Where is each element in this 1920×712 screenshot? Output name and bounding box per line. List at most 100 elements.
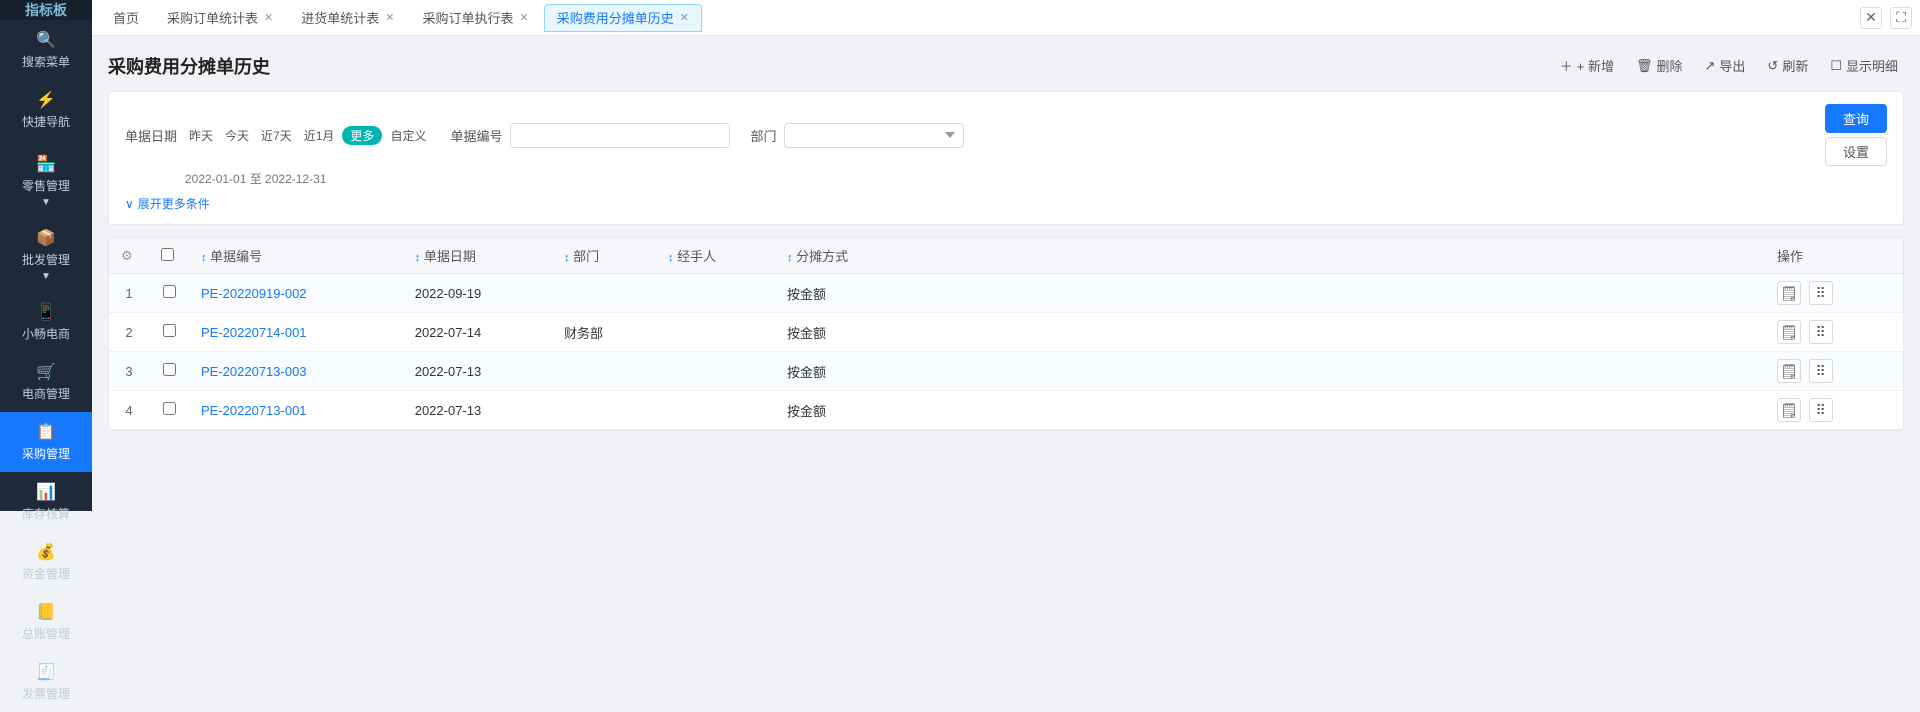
row-checkbox[interactable]	[163, 324, 176, 337]
operation-cell: 🗒 ⠿	[1765, 313, 1903, 352]
tab-close-icon[interactable]: ✕	[520, 11, 529, 24]
doc-no-link[interactable]: PE-20220919-002	[201, 286, 307, 301]
custom-shortcut[interactable]: 自定义	[386, 125, 430, 146]
more-button[interactable]: ⠿	[1809, 281, 1833, 305]
th-split-method[interactable]: ↕ 分摊方式	[775, 238, 1765, 274]
sort-icon: ↕	[415, 252, 421, 264]
expand-conditions-button[interactable]: ∨ 展开更多条件	[125, 195, 1887, 212]
sidebar-item-search[interactable]: 🔍 搜索菜单	[0, 20, 92, 80]
sidebar-item-retail[interactable]: 🏪 零售管理 ▼	[0, 144, 92, 218]
show-detail-label: 显示明细	[1846, 56, 1898, 75]
select-all-checkbox[interactable]	[161, 248, 174, 261]
th-doc-no[interactable]: ↕ 单据编号	[189, 238, 403, 274]
view-button[interactable]: 🗒	[1777, 320, 1801, 344]
add-button[interactable]: ＋ + 新增	[1554, 52, 1620, 79]
row-checkbox[interactable]	[163, 402, 176, 415]
view-button[interactable]: 🗒	[1777, 398, 1801, 422]
sidebar-item-mini[interactable]: 📱 小畅电商	[0, 292, 92, 352]
sidebar-item-inventory[interactable]: 📊 库存核算	[0, 472, 92, 532]
doc-no-cell: PE-20220713-003	[189, 352, 403, 391]
th-doc-date[interactable]: ↕ 单据日期	[403, 238, 552, 274]
dept-cell	[552, 274, 656, 313]
sidebar-item-ecommerce[interactable]: 🛒 电商管理	[0, 352, 92, 412]
tab-close-icon[interactable]: ✕	[264, 11, 273, 24]
more-shortcut[interactable]: 更多	[342, 126, 382, 145]
view-button[interactable]: 🗒	[1777, 359, 1801, 383]
sidebar-item-quicknav[interactable]: ⚡ 快捷导航	[0, 80, 92, 140]
expand-tab-button[interactable]: ⛶	[1890, 7, 1912, 29]
tab-purchase-goods-stats[interactable]: 进货单统计表 ✕	[288, 4, 407, 32]
quicknav-icon: ⚡	[36, 90, 56, 110]
th-label: 部门	[573, 249, 599, 264]
sort-icon: ↕	[787, 252, 793, 264]
row-checkbox[interactable]	[163, 285, 176, 298]
sidebar-logo: 指标板	[0, 0, 92, 20]
row-checkbox[interactable]	[163, 363, 176, 376]
handler-cell	[656, 391, 775, 430]
sidebar-item-label: 发票管理	[22, 685, 70, 702]
date-shortcuts: 昨天 今天 近7天 近1月 更多 自定义	[185, 125, 430, 146]
docno-input[interactable]	[510, 123, 730, 148]
sidebar-item-purchase[interactable]: 📋 采购管理	[0, 412, 92, 472]
th-label: 分摊方式	[796, 249, 848, 264]
doc-date-cell: 2022-07-13	[403, 352, 552, 391]
delete-button[interactable]: 🗑 删除	[1630, 52, 1689, 79]
expand-conditions-row: ∨ 展开更多条件	[125, 195, 1887, 212]
view-icon: 🗒	[1780, 402, 1798, 419]
sidebar-item-invoice[interactable]: 🧾 发票管理	[0, 652, 92, 712]
today-shortcut[interactable]: 今天	[221, 125, 253, 146]
add-label: + 新增	[1577, 56, 1614, 75]
settings-button[interactable]: 设置	[1825, 137, 1887, 166]
more-button[interactable]: ⠿	[1809, 359, 1833, 383]
table-row: 3 PE-20220713-003 2022-07-13 按金额 🗒 ⠿	[109, 352, 1903, 391]
doc-no-link[interactable]: PE-20220713-001	[201, 403, 307, 418]
7days-shortcut[interactable]: 近7天	[257, 125, 296, 146]
th-dept[interactable]: ↕ 部门	[552, 238, 656, 274]
show-detail-button[interactable]: ☐ 显示明细	[1824, 52, 1904, 79]
sidebar-item-finance[interactable]: 💰 资金管理	[0, 532, 92, 592]
dept-cell	[552, 352, 656, 391]
tab-close-icon[interactable]: ✕	[680, 11, 689, 24]
yesterday-shortcut[interactable]: 昨天	[185, 125, 217, 146]
settings-icon[interactable]: ⚙	[121, 248, 133, 263]
1month-shortcut[interactable]: 近1月	[300, 125, 339, 146]
row-checkbox-cell	[149, 391, 189, 430]
query-button[interactable]: 查询	[1825, 104, 1887, 133]
row-checkbox-cell	[149, 274, 189, 313]
sidebar-item-wholesale[interactable]: 📦 批发管理 ▼	[0, 218, 92, 292]
dept-filter-label: 部门	[750, 126, 776, 145]
sidebar-item-label: 零售管理	[22, 177, 70, 194]
refresh-icon: ↺	[1767, 58, 1778, 74]
export-button[interactable]: ↗ 导出	[1698, 52, 1751, 79]
th-settings[interactable]: ⚙	[109, 238, 149, 274]
tab-bar: 首页 采购订单统计表 ✕ 进货单统计表 ✕ 采购订单执行表 ✕ 采购费用分摊单历…	[92, 0, 1920, 36]
filter-right-buttons: 查询 设置	[1825, 104, 1887, 166]
doc-date-cell: 2022-07-13	[403, 391, 552, 430]
tab-purchase-order-stats[interactable]: 采购订单统计表 ✕	[154, 4, 286, 32]
tab-close-icon[interactable]: ✕	[385, 11, 394, 24]
date-filter-group: 单据日期 昨天 今天 近7天 近1月 更多 自定义	[125, 125, 430, 146]
page-content: 采购费用分摊单历史 ＋ + 新增 🗑 删除 ↗ 导出 ↺ 刷新	[92, 36, 1920, 511]
more-button[interactable]: ⠿	[1809, 398, 1833, 422]
doc-no-link[interactable]: PE-20220713-003	[201, 364, 307, 379]
dept-select[interactable]	[784, 123, 964, 148]
th-label: 单据编号	[210, 249, 262, 264]
view-button[interactable]: 🗒	[1777, 281, 1801, 305]
tab-purchase-order-exec[interactable]: 采购订单执行表 ✕	[409, 4, 541, 32]
table-row: 4 PE-20220713-001 2022-07-13 按金额 🗒 ⠿	[109, 391, 1903, 430]
row-checkbox-cell	[149, 352, 189, 391]
row-num-cell: 1	[109, 274, 149, 313]
th-operation: 操作	[1765, 238, 1903, 274]
th-handler[interactable]: ↕ 经手人	[656, 238, 775, 274]
close-all-tabs-button[interactable]: ✕	[1860, 7, 1882, 29]
row-num-cell: 2	[109, 313, 149, 352]
tab-home[interactable]: 首页	[100, 4, 152, 32]
doc-no-link[interactable]: PE-20220714-001	[201, 325, 307, 340]
refresh-button[interactable]: ↺ 刷新	[1761, 52, 1814, 79]
docno-filter-label: 单据编号	[450, 126, 502, 145]
more-button[interactable]: ⠿	[1809, 320, 1833, 344]
tab-purchase-cost-split[interactable]: 采购费用分摊单历史 ✕	[544, 4, 702, 32]
th-checkbox	[149, 238, 189, 274]
sidebar-item-ledger[interactable]: 📒 总账管理	[0, 592, 92, 652]
tab-label: 采购订单执行表	[422, 8, 513, 27]
